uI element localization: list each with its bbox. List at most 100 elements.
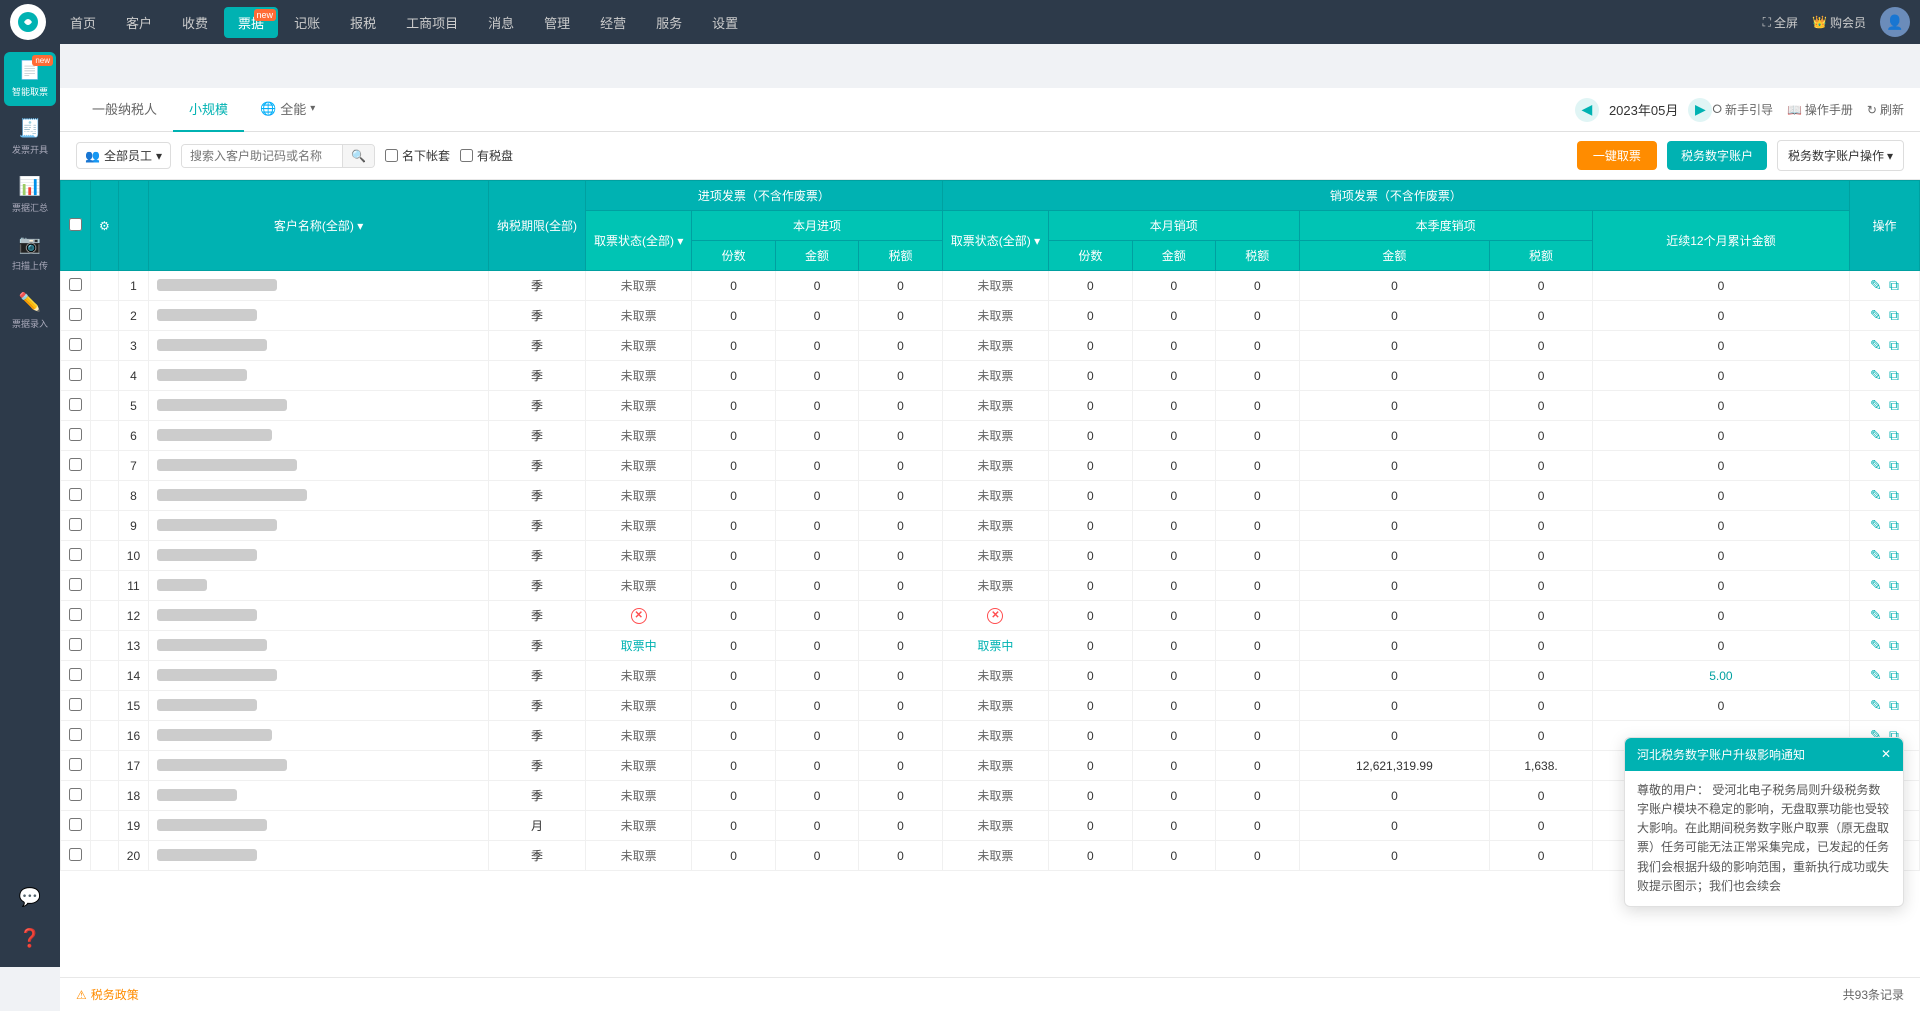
copy-icon[interactable]: ⧉	[1889, 517, 1899, 533]
my-account-filter[interactable]: 名下帐套	[385, 147, 450, 164]
row-out-status: 未取票	[942, 331, 1048, 361]
tab-all[interactable]: 🌐 全能 ▾	[244, 88, 331, 132]
sidebar-item-smart-ticket[interactable]: 📄 智能取票 new	[4, 52, 56, 106]
avatar[interactable]: 👤	[1880, 7, 1910, 37]
tax-policy-link[interactable]: ⚠ 税务政策	[76, 986, 139, 1003]
sidebar-item-chat[interactable]: 💬	[4, 879, 56, 916]
row-checkbox[interactable]	[69, 698, 82, 711]
edit-icon[interactable]: ✎	[1870, 547, 1882, 563]
has-tax-checkbox[interactable]	[460, 149, 473, 162]
row-checkbox[interactable]	[69, 368, 82, 381]
nav-ops[interactable]: 经营	[586, 7, 640, 38]
row-checkbox[interactable]	[69, 758, 82, 771]
sidebar-item-summary[interactable]: 📊 票据汇总	[4, 168, 56, 222]
period-next-btn[interactable]: ▶	[1688, 98, 1712, 122]
row-checkbox[interactable]	[69, 728, 82, 741]
nav-manage[interactable]: 管理	[530, 7, 584, 38]
edit-icon[interactable]: ✎	[1870, 487, 1882, 503]
copy-icon[interactable]: ⧉	[1889, 277, 1899, 293]
staff-select[interactable]: 👥 全部员工 ▾	[76, 142, 171, 169]
sidebar-item-issue[interactable]: 🧾 发票开具	[4, 110, 56, 164]
copy-icon[interactable]: ⧉	[1889, 607, 1899, 623]
nav-bookkeeping[interactable]: 记账	[280, 7, 334, 38]
edit-icon[interactable]: ✎	[1870, 397, 1882, 413]
copy-icon[interactable]: ⧉	[1889, 307, 1899, 323]
copy-icon[interactable]: ⧉	[1889, 487, 1899, 503]
row-checkbox[interactable]	[69, 548, 82, 561]
edit-icon[interactable]: ✎	[1870, 457, 1882, 473]
row-checkbox[interactable]	[69, 818, 82, 831]
row-in-count: 0	[692, 481, 775, 511]
edit-icon[interactable]: ✎	[1870, 517, 1882, 533]
digital-ops-btn[interactable]: 税务数字账户操作 ▾	[1777, 140, 1904, 171]
copy-icon[interactable]: ⧉	[1889, 577, 1899, 593]
row-out-count: 0	[1049, 691, 1132, 721]
sidebar-item-scan[interactable]: 📷 扫描上传	[4, 226, 56, 280]
search-button[interactable]: 🔍	[342, 145, 374, 167]
row-checkbox[interactable]	[69, 488, 82, 501]
refresh-btn[interactable]: ↻ 刷新	[1867, 101, 1904, 118]
new-guide-btn[interactable]: ⭘ 新手引导	[1712, 101, 1773, 118]
row-checkbox[interactable]	[69, 278, 82, 291]
edit-icon[interactable]: ✎	[1870, 697, 1882, 713]
edit-icon[interactable]: ✎	[1870, 307, 1882, 323]
row-checkbox[interactable]	[69, 788, 82, 801]
nav-ticket[interactable]: 票据 new	[224, 7, 278, 38]
row-checkbox[interactable]	[69, 428, 82, 441]
nav-settings[interactable]: 设置	[698, 7, 752, 38]
copy-icon[interactable]: ⧉	[1889, 637, 1899, 653]
nav-fee[interactable]: 收费	[168, 7, 222, 38]
edit-icon[interactable]: ✎	[1870, 427, 1882, 443]
nav-home[interactable]: 首页	[56, 7, 110, 38]
edit-icon[interactable]: ✎	[1870, 607, 1882, 623]
digital-tax-btn[interactable]: 税务数字账户	[1667, 141, 1767, 170]
table-row: 10 季 未取票 0 0 0 未取票 0 0 0 0 0 0 ✎ ⧉	[61, 541, 1920, 571]
row-deduct-amount: 0	[1299, 481, 1490, 511]
nav-service[interactable]: 服务	[642, 7, 696, 38]
search-input[interactable]	[182, 145, 342, 167]
manual-btn[interactable]: 📖 操作手册	[1787, 101, 1853, 118]
sidebar-item-entry[interactable]: ✏️ 票据录入	[4, 284, 56, 338]
period-prev-btn[interactable]: ◀	[1575, 98, 1599, 122]
sidebar-item-help[interactable]: ❓	[4, 920, 56, 957]
notification-close-btn[interactable]: ✕	[1881, 747, 1891, 761]
copy-icon[interactable]: ⧉	[1889, 667, 1899, 683]
edit-icon[interactable]: ✎	[1870, 577, 1882, 593]
row-checkbox[interactable]	[69, 668, 82, 681]
row-checkbox[interactable]	[69, 848, 82, 861]
member-btn[interactable]: 👑 购会员	[1812, 14, 1866, 31]
my-account-checkbox[interactable]	[385, 149, 398, 162]
select-all-checkbox[interactable]	[69, 218, 82, 231]
row-checkbox[interactable]	[69, 608, 82, 621]
copy-icon[interactable]: ⧉	[1889, 367, 1899, 383]
tab-all-arrow[interactable]: ▾	[310, 103, 315, 114]
copy-icon[interactable]: ⧉	[1889, 457, 1899, 473]
fullscreen-btn[interactable]: ⛶ 全屏	[1763, 14, 1798, 31]
logo[interactable]	[10, 4, 46, 40]
copy-icon[interactable]: ⧉	[1889, 697, 1899, 713]
row-checkbox[interactable]	[69, 308, 82, 321]
row-checkbox[interactable]	[69, 458, 82, 471]
copy-icon[interactable]: ⧉	[1889, 427, 1899, 443]
edit-icon[interactable]: ✎	[1870, 667, 1882, 683]
has-tax-filter[interactable]: 有税盘	[460, 147, 513, 164]
row-checkbox[interactable]	[69, 638, 82, 651]
nav-business[interactable]: 工商项目	[392, 7, 472, 38]
nav-client[interactable]: 客户	[112, 7, 166, 38]
edit-icon[interactable]: ✎	[1870, 277, 1882, 293]
copy-icon[interactable]: ⧉	[1889, 397, 1899, 413]
copy-icon[interactable]: ⧉	[1889, 337, 1899, 353]
edit-icon[interactable]: ✎	[1870, 637, 1882, 653]
tab-general[interactable]: 一般纳税人	[76, 88, 173, 132]
row-checkbox[interactable]	[69, 578, 82, 591]
edit-icon[interactable]: ✎	[1870, 337, 1882, 353]
row-checkbox[interactable]	[69, 398, 82, 411]
row-checkbox[interactable]	[69, 518, 82, 531]
nav-message[interactable]: 消息	[474, 7, 528, 38]
copy-icon[interactable]: ⧉	[1889, 547, 1899, 563]
nav-tax[interactable]: 报税	[336, 7, 390, 38]
edit-icon[interactable]: ✎	[1870, 367, 1882, 383]
row-checkbox[interactable]	[69, 338, 82, 351]
tab-small-scale[interactable]: 小规模	[173, 88, 244, 132]
one-click-btn[interactable]: 一键取票	[1577, 141, 1657, 170]
